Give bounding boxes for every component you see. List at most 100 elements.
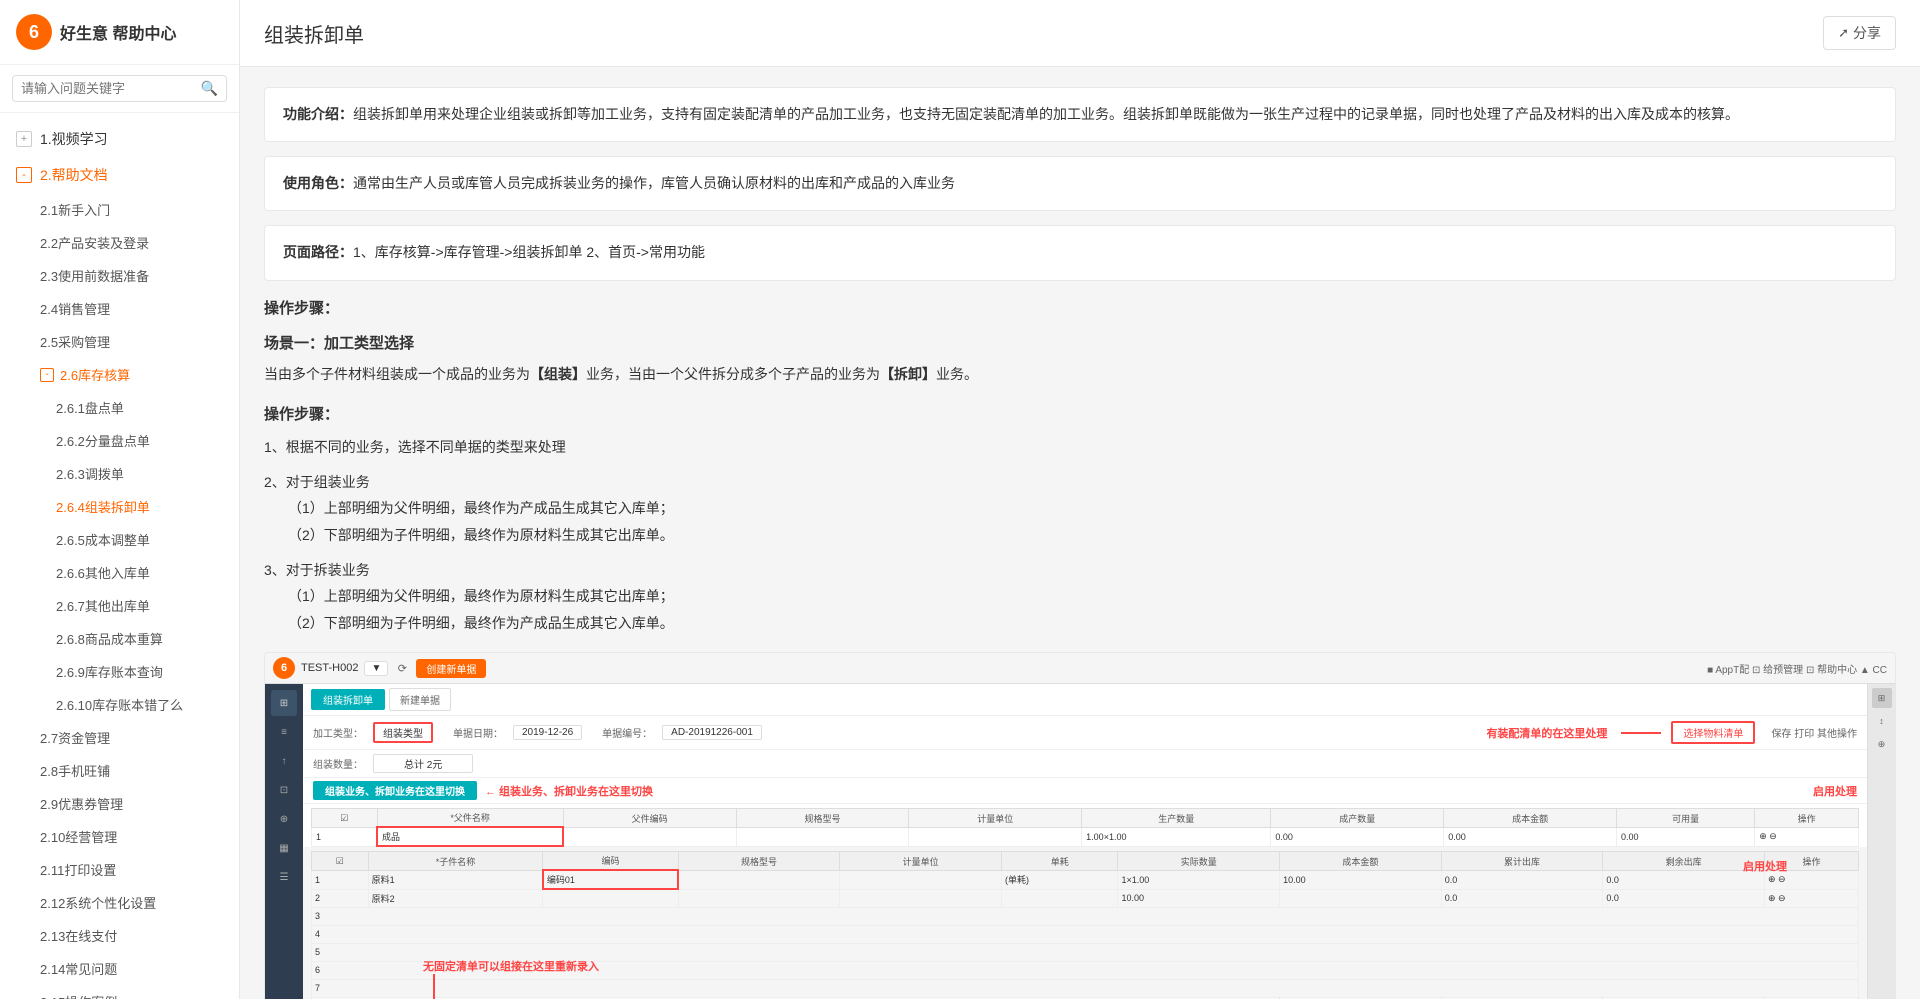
sidebar-item-fund[interactable]: 2.7资金管理 bbox=[0, 721, 239, 754]
mock-fields-row: 加工类型： 组装类型 单据日期： 2019-12-26 单据编号： AD-201… bbox=[303, 716, 1867, 750]
mock-row1-spec bbox=[736, 827, 909, 846]
nav-section-video: + 1.视频学习 bbox=[0, 121, 239, 157]
mock-sidebar-icon6: ▦ bbox=[271, 835, 297, 861]
scenario1-desc: 当由多个子件材料组装成一个成品的业务为【组装】业务，当由一个父件拆分成多个子产品… bbox=[264, 361, 1896, 388]
nav-sub-stock: 2.6.1盘点单 2.6.2分量盘点单 2.6.3调拨单 2.6.4组装拆卸单 … bbox=[0, 391, 239, 721]
mock-l-row4: 4 bbox=[312, 925, 1859, 943]
annot1-text: 有装配清单的在这里处理 bbox=[1486, 725, 1607, 741]
sidebar-item-data[interactable]: 2.3使用前数据准备 bbox=[0, 259, 239, 292]
mock-row1-aqty: 0.00 bbox=[1271, 827, 1444, 846]
mock-l-col-single: 单耗 bbox=[1001, 852, 1117, 871]
step2: 2、对于组装业务 bbox=[264, 469, 1896, 496]
mock-col-actual-qty: 成产数量 bbox=[1271, 809, 1444, 828]
mock-col-prod-qty: 生产数量 bbox=[1082, 809, 1271, 828]
sidebar-item-purchase[interactable]: 2.5采购管理 bbox=[0, 325, 239, 358]
sidebar-item-install[interactable]: 2.2产品安装及登录 bbox=[0, 226, 239, 259]
mock-col-unit: 计量单位 bbox=[909, 809, 1082, 828]
role-label: 使用角色： bbox=[283, 175, 353, 191]
mock-upper-table: ☑ *父件名称 父件编码 规格型号 计量单位 生产数量 成产数量 成本金额 可用 bbox=[311, 808, 1859, 847]
sidebar-item-mobile[interactable]: 2.8手机旺铺 bbox=[0, 754, 239, 787]
sidebar-item-operation[interactable]: 2.10经营管理 bbox=[0, 820, 239, 853]
mock-l-col-remain: 剩余出库 bbox=[1603, 852, 1765, 871]
search-input[interactable] bbox=[21, 81, 201, 96]
screenshot-container: 6 TEST-H002 ▼ ⟳ 创建新单据 ■ AppT配 ⊡ 给预管理 ⊡ 帮… bbox=[264, 652, 1896, 999]
sidebar-item-cases[interactable]: 2.15操作案例 bbox=[0, 985, 239, 999]
content-area: 功能介绍：组装拆卸单用来处理企业组装或拆卸等加工业务，支持有固定装配清单的产品加… bbox=[240, 67, 1920, 999]
sidebar-item-stock-in[interactable]: 2.6.6其他入库单 bbox=[0, 556, 239, 589]
sidebar-item-stock-cost[interactable]: 2.6.5成本调整单 bbox=[0, 523, 239, 556]
path-text: 1、库存核算->库存管理->组装拆卸单 2、首页->常用功能 bbox=[353, 244, 705, 260]
step2-sub2: （2）下部明细为子件明细，最终作为原材料生成其它出库单。 bbox=[264, 522, 1896, 549]
mock-app-topbar: 6 TEST-H002 ▼ ⟳ 创建新单据 ■ AppT配 ⊡ 给预管理 ⊡ 帮… bbox=[265, 653, 1895, 684]
mock-r-icon2: ↕ bbox=[1872, 711, 1892, 731]
mock-l-col-unit: 计量单位 bbox=[840, 852, 1002, 871]
mock-qty-label: 组装数量： bbox=[313, 756, 363, 771]
step2-sub1: （1）上部明细为父件明细，最终作为产成品生成其它入库单； bbox=[264, 495, 1896, 522]
mock-l-row2-single bbox=[1001, 889, 1117, 907]
mock-l-col-name: *子件名称 bbox=[368, 852, 543, 871]
mock-nav-links: ■ AppT配 ⊡ 给预管理 ⊡ 帮助中心 ▲ CC bbox=[1707, 661, 1887, 676]
func-intro-block: 功能介绍：组装拆卸单用来处理企业组装或拆卸等加工业务，支持有固定装配清单的产品加… bbox=[264, 87, 1896, 142]
mock-l-row2-op: ⊕ ⊖ bbox=[1764, 889, 1858, 907]
mock-main: 组装拆卸单 新建单据 加工类型： 组装类型 单据日期： 2019-12-26 单… bbox=[303, 684, 1867, 999]
annot2-text: ← 组装业务、拆卸业务在这里切换 bbox=[485, 783, 653, 799]
sidebar-item-stock-out[interactable]: 2.6.7其他出库单 bbox=[0, 589, 239, 622]
sidebar-item-newbie[interactable]: 2.1新手入门 bbox=[0, 193, 239, 226]
steps-sub-title: 操作步骤： bbox=[264, 403, 1896, 424]
mock-r-icon3: ⊕ bbox=[1872, 734, 1892, 754]
mock-col-parent-name: *父件名称 bbox=[377, 809, 563, 828]
sidebar-item-print[interactable]: 2.11打印设置 bbox=[0, 853, 239, 886]
logo-title: 好生意 帮助中心 bbox=[60, 20, 176, 44]
mock-l-row1-code: 编码01 bbox=[543, 870, 678, 889]
mock-field-billno-value: AD-20191226-001 bbox=[662, 725, 762, 740]
sidebar-item-stock-assemble[interactable]: 2.6.4组装拆卸单 bbox=[0, 490, 239, 523]
sidebar-item-coupon[interactable]: 2.9优惠券管理 bbox=[0, 787, 239, 820]
mock-l-col-code: 编码 bbox=[543, 852, 678, 871]
annot3-text: 启用处理 bbox=[1813, 783, 1857, 799]
mock-bom-row: 组装数量： 总计 2元 bbox=[303, 750, 1867, 778]
sidebar-item-payment[interactable]: 2.13在线支付 bbox=[0, 919, 239, 952]
mock-field-billno-label: 单据编号： bbox=[602, 725, 652, 740]
mock-col-parent-code: 父件编码 bbox=[563, 809, 736, 828]
share-button[interactable]: ➚ 分享 bbox=[1823, 16, 1896, 50]
sidebar-item-video[interactable]: + 1.视频学习 bbox=[0, 121, 239, 157]
mock-sidebar-icon4: ⊡ bbox=[271, 777, 297, 803]
role-text: 通常由生产人员或库管人员完成拆装业务的操作，库管人员确认原材料的出库和产成品的入… bbox=[353, 175, 955, 191]
sidebar-item-stock-check[interactable]: 2.6.1盘点单 bbox=[0, 391, 239, 424]
mock-l-col-cum-out: 累计出库 bbox=[1441, 852, 1603, 871]
mock-row1-cost: 0.00 bbox=[1444, 827, 1617, 846]
sidebar-item-stock-split[interactable]: 2.6.2分量盘点单 bbox=[0, 424, 239, 457]
sidebar-item-help[interactable]: - 2.帮助文档 bbox=[0, 157, 239, 193]
mock-l-row2-actual: 10.00 bbox=[1118, 889, 1280, 907]
mock-lower-table-area: ☑ *子件名称 编码 规格型号 计量单位 单耗 实际数量 成本金额 累计出库 bbox=[303, 847, 1867, 999]
mock-select: ▼ bbox=[364, 661, 388, 676]
mock-content: ⊞ ≡ ↑ ⊡ ⊕ ▦ ☰ 组装拆卸单 新建单据 bbox=[265, 684, 1895, 999]
sidebar-item-stock-cost2[interactable]: 2.6.8商品成本重算 bbox=[0, 622, 239, 655]
logo-icon: 6 bbox=[16, 14, 52, 50]
mock-col-avail: 可用量 bbox=[1617, 809, 1755, 828]
path-block: 页面路径：1、库存核算->库存管理->组装拆卸单 2、首页->常用功能 bbox=[264, 225, 1896, 280]
sidebar-item-stock-query[interactable]: 2.6.9库存账本查询 bbox=[0, 655, 239, 688]
sidebar-item-sales[interactable]: 2.4销售管理 bbox=[0, 292, 239, 325]
sidebar-item-stock-err[interactable]: 2.6.10库存账本错了么 bbox=[0, 688, 239, 721]
mock-tab-new: 新建单据 bbox=[389, 688, 451, 711]
sidebar-item-stock[interactable]: - 2.6库存核算 bbox=[0, 358, 239, 391]
search-icon[interactable]: 🔍 bbox=[201, 80, 218, 97]
sidebar-item-faq[interactable]: 2.14常见问题 bbox=[0, 952, 239, 985]
mock-l-row3: 3 bbox=[312, 907, 1859, 925]
mock-col-checkbox: ☑ bbox=[312, 809, 378, 828]
mock-l-row1-cumout: 0.0 bbox=[1441, 870, 1603, 889]
sidebar-item-stock-adjust[interactable]: 2.6.3调拨单 bbox=[0, 457, 239, 490]
mock-col-spec: 规格型号 bbox=[736, 809, 909, 828]
mock-field-date-value: 2019-12-26 bbox=[513, 725, 582, 740]
mock-action-extra: 保存 打印 其他操作 bbox=[1771, 725, 1857, 740]
sidebar-item-system[interactable]: 2.12系统个性化设置 bbox=[0, 886, 239, 919]
nav-section-help: - 2.帮助文档 2.1新手入门 2.2产品安装及登录 2.3使用前数据准备 2… bbox=[0, 157, 239, 999]
mock-row1-check: 1 bbox=[312, 827, 378, 846]
mock-row1-op: ⊕ ⊖ bbox=[1755, 827, 1859, 846]
mock-l-col-spec: 规格型号 bbox=[678, 852, 840, 871]
mock-bom-btn: 选择物料清单 bbox=[1671, 721, 1755, 744]
mock-row1-pqty: 1.00×1.00 bbox=[1082, 827, 1271, 846]
mock-l-row2-num: 2 bbox=[312, 889, 369, 907]
func-intro-text: 组装拆卸单用来处理企业组装或拆卸等加工业务，支持有固定装配清单的产品加工业务，也… bbox=[353, 106, 1739, 122]
